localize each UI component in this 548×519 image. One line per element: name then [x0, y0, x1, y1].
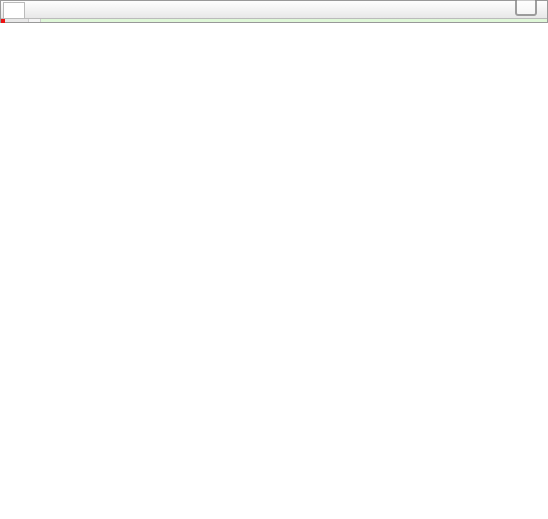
watermark-logo — [515, 0, 537, 16]
fold-column — [29, 19, 41, 22]
watermark — [515, 0, 541, 16]
code-editor — [0, 0, 548, 23]
code-area — [1, 19, 547, 22]
file-tab[interactable] — [3, 2, 25, 18]
line-number-gutter — [1, 19, 29, 22]
code-content[interactable] — [41, 19, 547, 22]
tab-bar — [1, 1, 547, 19]
